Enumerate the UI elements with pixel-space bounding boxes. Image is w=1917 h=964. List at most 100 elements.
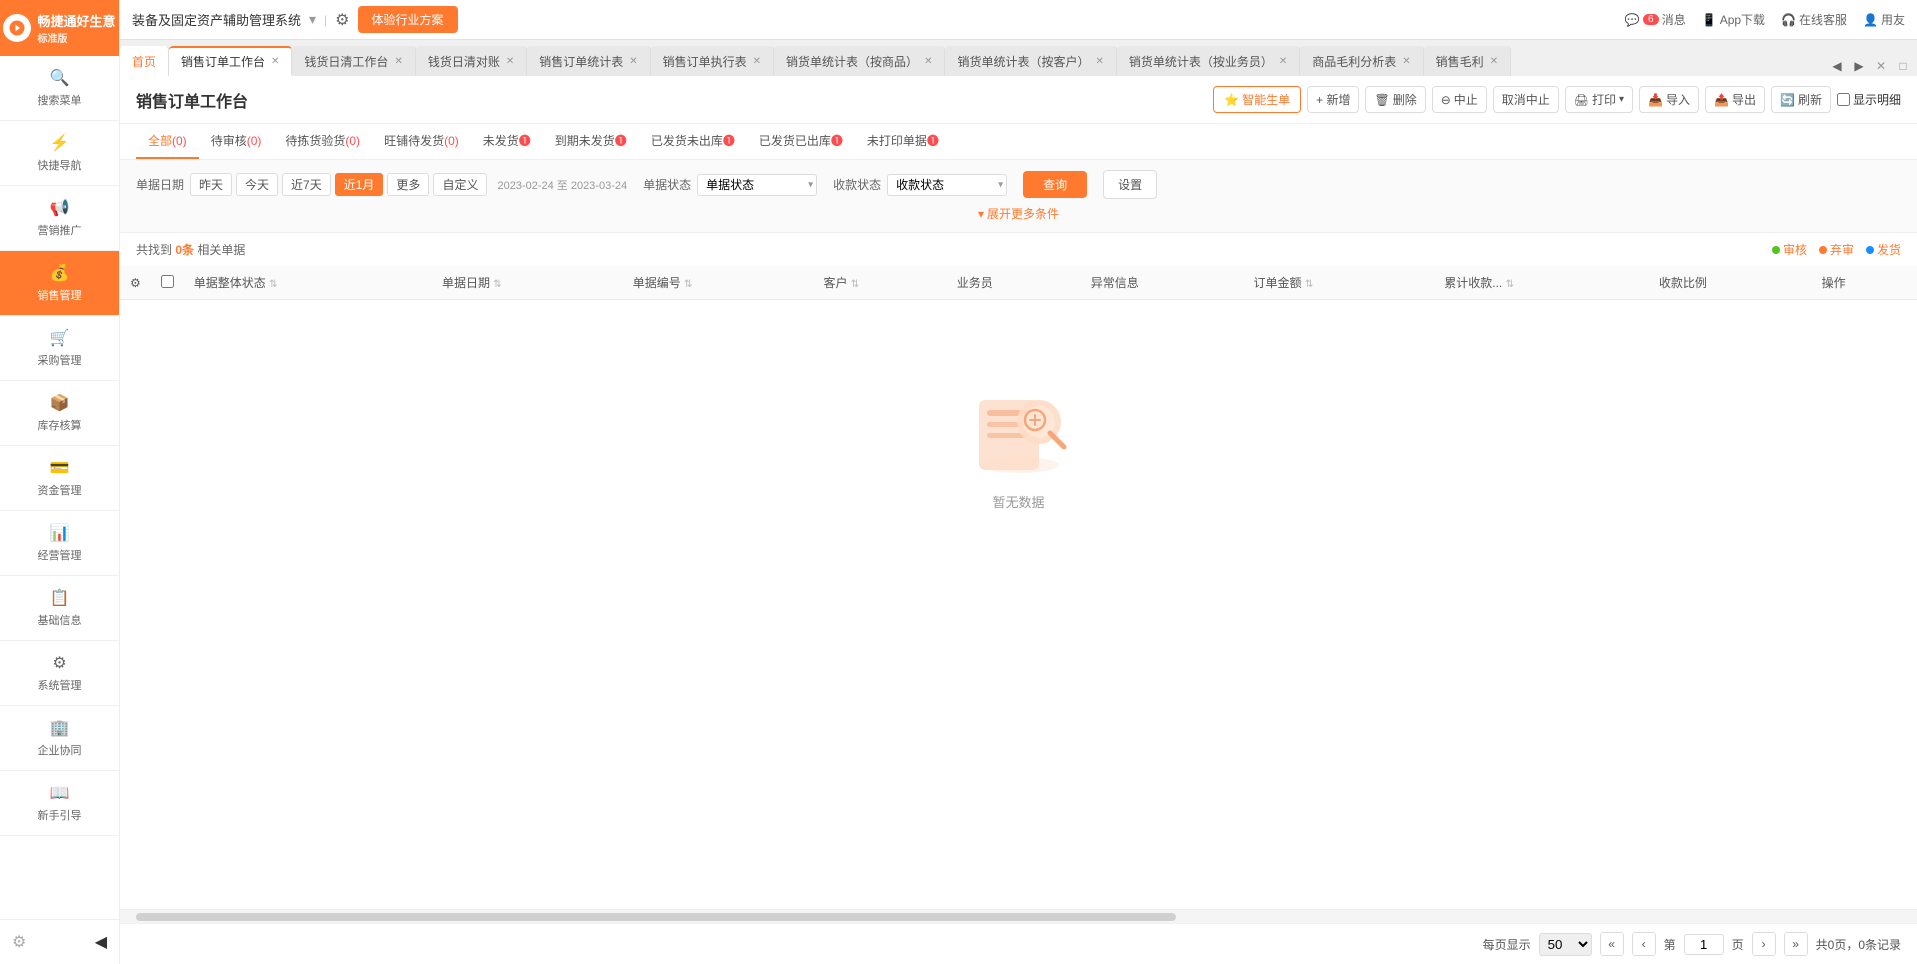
export-button[interactable]: 📤 导出 (1705, 86, 1765, 113)
topbar-dropdown-icon[interactable]: ▾ (309, 11, 316, 28)
status-select[interactable]: 单据状态 (697, 174, 817, 196)
print-dropdown-icon[interactable]: ▾ (1619, 94, 1624, 105)
col-amount[interactable]: 订单金额 ⇅ (1243, 266, 1434, 300)
sidebar-item-guide[interactable]: 📖新手引导 (0, 771, 119, 836)
tab-close-sales-stats[interactable]: ✕ (629, 56, 637, 67)
tab-home[interactable]: 首页 (120, 46, 169, 76)
tab-maximize[interactable]: □ (1893, 56, 1913, 76)
sidebar-item-enterprise[interactable]: 🏢企业协同 (0, 706, 119, 771)
sidebar-item-inventory[interactable]: 📦库存核算 (0, 381, 119, 446)
show-detail-checkbox-label[interactable]: 显示明细 (1837, 91, 1901, 108)
last-page-button[interactable]: » (1784, 932, 1808, 956)
sidebar-item-purchase[interactable]: 🛒采购管理 (0, 316, 119, 381)
user-button[interactable]: 👤 用友 (1863, 11, 1905, 28)
sidebar-item-operations[interactable]: 📊经营管理 (0, 511, 119, 576)
refresh-button[interactable]: 🔄 刷新 (1771, 86, 1831, 113)
col-exception[interactable]: 异常信息 (1081, 266, 1244, 300)
horizontal-scrollbar[interactable] (136, 913, 1176, 921)
collapse-icon[interactable]: ◀ (95, 932, 107, 952)
add-button[interactable]: + 新增 (1307, 86, 1359, 113)
next-page-button[interactable]: › (1752, 932, 1776, 956)
online-service-button[interactable]: 🎧 在线客服 (1781, 11, 1847, 28)
tab-close-cash-reconcile[interactable]: ✕ (506, 56, 514, 67)
message-button[interactable]: 💬 6 消息 (1625, 11, 1686, 28)
col-customer[interactable]: 客户 ⇅ (813, 266, 946, 300)
subtab-pending-review[interactable]: 待审核(0) (199, 124, 274, 159)
tab-prev-arrow[interactable]: ◀ (1827, 56, 1847, 76)
tab-cash-reconcile[interactable]: 钱货日清对账 ✕ (416, 46, 527, 76)
tab-sales-summary-product[interactable]: 销货单统计表（按商品） ✕ (774, 46, 945, 76)
query-button[interactable]: 查询 (1023, 171, 1087, 198)
tab-close-margin[interactable]: ✕ (1402, 56, 1410, 67)
tab-close-sales-staff[interactable]: ✕ (1279, 56, 1287, 67)
tab-close-sales-exec[interactable]: ✕ (753, 56, 761, 67)
tab-sales-summary-customer[interactable]: 销货单统计表（按客户） ✕ (945, 46, 1116, 76)
tab-close-sales-customer[interactable]: ✕ (1095, 56, 1103, 67)
topbar-settings-icon[interactable]: ⚙ (335, 10, 349, 30)
sidebar-item-sales[interactable]: 💰销售管理 (0, 251, 119, 316)
date-btn-today[interactable]: 今天 (236, 173, 278, 196)
review-action-button[interactable]: 审核 (1783, 241, 1807, 258)
date-btn-yesterday[interactable]: 昨天 (190, 173, 232, 196)
tab-sales-exec[interactable]: 销售订单执行表 ✕ (651, 46, 774, 76)
payment-select[interactable]: 收款状态 (887, 174, 1007, 196)
tab-next-arrow[interactable]: ▶ (1849, 56, 1869, 76)
sidebar-item-finance[interactable]: 💳资金管理 (0, 446, 119, 511)
subtab-pending-inspect[interactable]: 待拣货验货(0) (273, 124, 372, 159)
select-all-checkbox[interactable] (161, 275, 174, 288)
prev-page-button[interactable]: ‹ (1632, 932, 1656, 956)
col-staff[interactable]: 业务员 (947, 266, 1081, 300)
stop-button[interactable]: ⊖ 中止 (1432, 86, 1487, 113)
col-collected[interactable]: 累计收款... ⇅ (1434, 266, 1649, 300)
col-status[interactable]: 单据整体状态 ⇅ (184, 266, 432, 300)
sidebar-item-search[interactable]: 🔍搜索菜单 (0, 56, 119, 121)
cancel-review-action-button[interactable]: 弃审 (1830, 241, 1854, 258)
page-size-select[interactable]: 50 10 20 100 (1539, 933, 1592, 956)
table-wrapper[interactable]: ⚙ 单据整体状态 ⇅ 单据日期 ⇅ 单据编号 ⇅ 客户 ⇅ 业务员 异常信息 订… (120, 266, 1917, 909)
tab-close-all[interactable]: ✕ (1871, 56, 1891, 76)
settings-icon[interactable]: ⚙ (12, 932, 26, 952)
sidebar-item-system[interactable]: ⚙系统管理 (0, 641, 119, 706)
cancel-stop-button[interactable]: 取消中止 (1493, 86, 1559, 113)
expand-conditions-button[interactable]: ▾ 展开更多条件 (978, 205, 1059, 222)
tab-cash-daily[interactable]: 钱货日清工作台 ✕ (292, 46, 415, 76)
tab-sales-profit[interactable]: 销售毛利 ✕ (1424, 46, 1511, 76)
col-date[interactable]: 单据日期 ⇅ (432, 266, 623, 300)
sidebar-item-basic-info[interactable]: 📋基础信息 (0, 576, 119, 641)
tab-sales-summary-staff[interactable]: 销货单统计表（按业务员） ✕ (1117, 46, 1300, 76)
subtab-wangpu-pending[interactable]: 旺铺待发货(0) (372, 124, 471, 159)
industry-solution-button[interactable]: 体验行业方案 (358, 6, 458, 33)
tab-margin-analysis[interactable]: 商品毛利分析表 ✕ (1300, 46, 1423, 76)
sidebar-item-marketing[interactable]: 📢营销推广 (0, 186, 119, 251)
subtab-shipped-not-out[interactable]: 已发货未出库❶ (639, 124, 747, 159)
ship-action-button[interactable]: 发货 (1877, 241, 1901, 258)
show-detail-checkbox[interactable] (1837, 93, 1850, 106)
import-button[interactable]: 📥 导入 (1639, 86, 1699, 113)
first-page-button[interactable]: « (1600, 932, 1624, 956)
date-btn-more[interactable]: 更多 (387, 173, 429, 196)
date-btn-7days[interactable]: 近7天 (282, 173, 331, 196)
subtab-not-shipped[interactable]: 未发货❶ (471, 124, 543, 159)
print-button[interactable]: 🖨 打印 ▾ (1565, 86, 1633, 113)
tab-sales-order[interactable]: 销售订单工作台 ✕ (169, 46, 292, 76)
app-download-button[interactable]: 📱 App下载 (1702, 11, 1765, 28)
payment-select-wrapper: 收款状态 ▾ (887, 174, 1007, 196)
page-number-input[interactable] (1684, 934, 1724, 955)
subtab-not-printed[interactable]: 未打印单据❶ (855, 124, 951, 159)
tab-close-sales-product[interactable]: ✕ (924, 56, 932, 67)
date-btn-1month[interactable]: 近1月 (335, 173, 384, 196)
settings-button[interactable]: 设置 (1103, 170, 1157, 199)
col-number[interactable]: 单据编号 ⇅ (623, 266, 814, 300)
delete-button[interactable]: 🗑 删除 (1365, 86, 1425, 113)
tab-close-sales-order[interactable]: ✕ (271, 56, 279, 67)
subtab-all[interactable]: 全部(0) (136, 124, 199, 159)
subtab-overdue-not-shipped[interactable]: 到期未发货❶ (543, 124, 639, 159)
tab-sales-stats[interactable]: 销售订单统计表 ✕ (527, 46, 650, 76)
tab-close-profit[interactable]: ✕ (1490, 56, 1498, 67)
sidebar-item-quick-nav[interactable]: ⚡快捷导航 (0, 121, 119, 186)
smart-generate-button[interactable]: ⭐ 智能生单 (1213, 86, 1301, 113)
col-settings-icon[interactable]: ⚙ (130, 276, 141, 290)
tab-close-cash-daily[interactable]: ✕ (394, 56, 402, 67)
date-btn-custom[interactable]: 自定义 (433, 173, 487, 196)
subtab-shipped-out[interactable]: 已发货已出库❶ (747, 124, 855, 159)
